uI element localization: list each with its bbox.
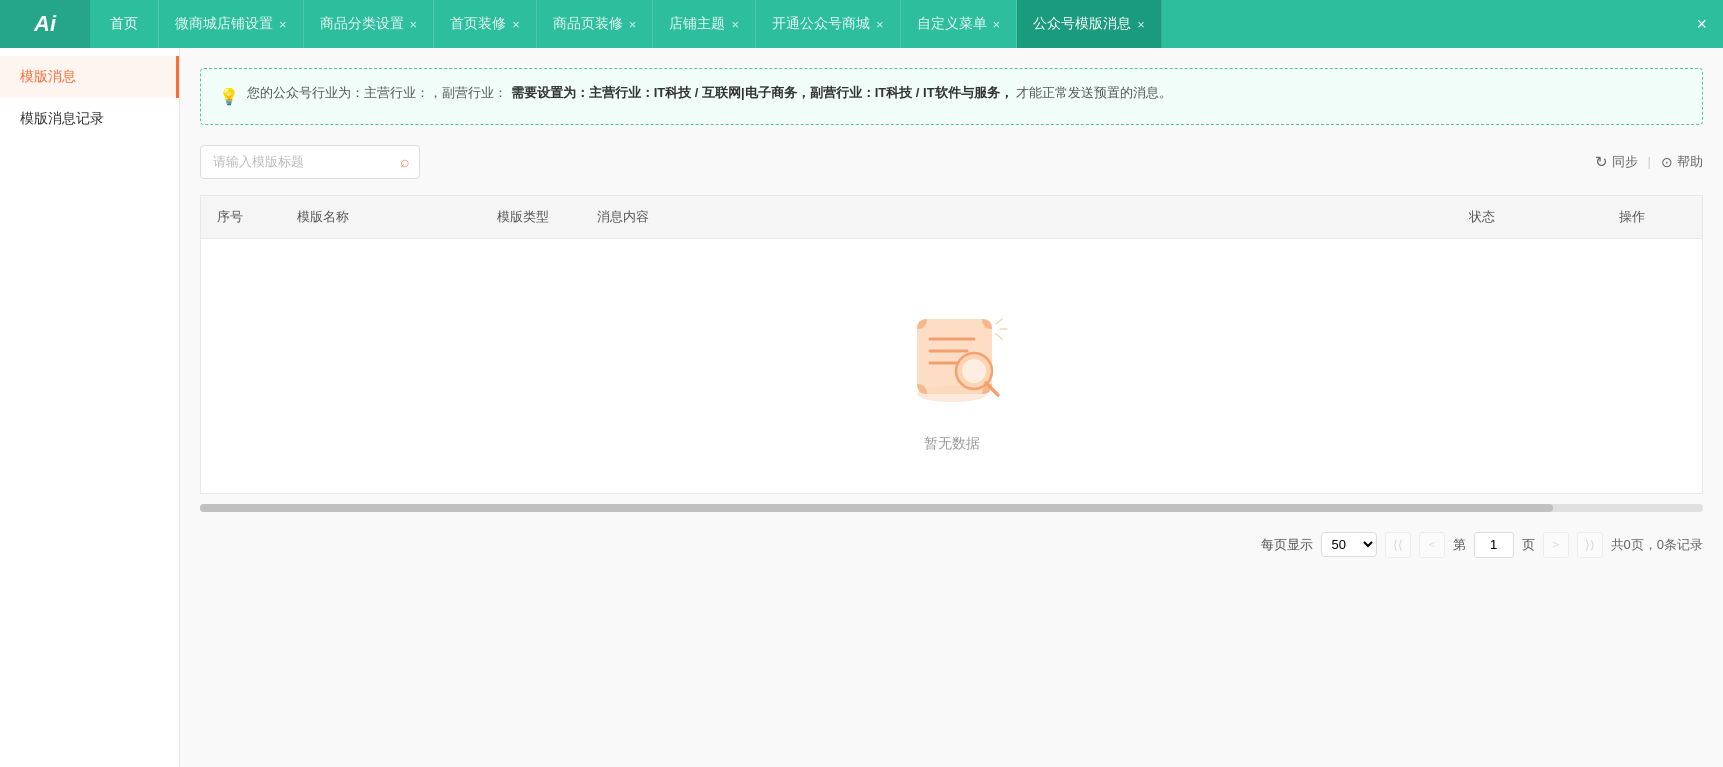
main-layout: 模版消息模版消息记录 💡 您的公众号行业为：主营行业：，副营行业： 需要设置为：… (0, 48, 1723, 767)
horizontal-scrollbar[interactable] (200, 504, 1703, 512)
nav-tab-tab-gzhs[interactable]: 开通公众号商城× (756, 0, 901, 48)
svg-line-9 (996, 334, 1002, 339)
search-actions: ↻ 同步 | ⊙ 帮助 (1595, 153, 1703, 171)
help-button[interactable]: ⊙ 帮助 (1661, 153, 1703, 171)
nav-tab-tab-wcs[interactable]: 微商城店铺设置× (159, 0, 304, 48)
close-tab-tab-pfl[interactable]: × (410, 18, 418, 31)
global-close-button[interactable]: × (1696, 14, 1707, 35)
empty-text: 暂无数据 (924, 435, 980, 453)
page-size-select[interactable]: 50 20 100 (1321, 532, 1377, 557)
col-header-no: 序号 (201, 195, 281, 238)
page-prefix-label: 第 (1453, 536, 1466, 554)
nav-tab-tab-gzhmbxx[interactable]: 公众号模版消息× (1017, 0, 1162, 48)
nav-tabs-container: 微商城店铺设置×商品分类设置×首页装修×商品页装修×店铺主题×开通公众号商城×自… (159, 0, 1162, 48)
close-tab-tab-zdycd[interactable]: × (993, 18, 1001, 31)
scrollbar-thumb[interactable] (200, 504, 1553, 512)
nav-tab-tab-dpt[interactable]: 店铺主题× (653, 0, 756, 48)
pagination: 每页显示 50 20 100 ⟨⟨ ＜ 第 页 ＞ ⟩⟩ 共0页，0条记录 (200, 522, 1703, 568)
close-tab-tab-gzhs[interactable]: × (876, 18, 884, 31)
close-tab-tab-dpt[interactable]: × (731, 18, 739, 31)
sidebar: 模版消息模版消息记录 (0, 48, 180, 767)
page-next-button[interactable]: ＞ (1543, 532, 1569, 558)
notice-box: 💡 您的公众号行业为：主营行业：，副营行业： 需要设置为：主营行业：IT科技 /… (200, 68, 1703, 125)
notice-text: 您的公众号行业为：主营行业：，副营行业： 需要设置为：主营行业：IT科技 / 互… (247, 83, 1172, 104)
page-size-label: 每页显示 (1261, 536, 1313, 554)
nav-tab-tab-szx[interactable]: 首页装修× (434, 0, 537, 48)
col-header-content: 消息内容 (581, 195, 1453, 238)
sidebar-items: 模版消息模版消息记录 (0, 56, 179, 140)
page-suffix-label: 页 (1522, 536, 1535, 554)
search-input-wrap: ⌕ (200, 145, 420, 179)
home-tab[interactable]: 首页 (90, 0, 159, 48)
col-header-type: 模版类型 (481, 195, 581, 238)
empty-illustration (892, 299, 1012, 419)
col-header-action: 操作 (1603, 195, 1703, 238)
search-icon[interactable]: ⌕ (400, 153, 410, 171)
empty-state: 暂无数据 (201, 239, 1702, 493)
svg-line-7 (996, 319, 1002, 324)
sidebar-item-mbxxjl[interactable]: 模版消息记录 (0, 98, 179, 140)
sync-button[interactable]: ↻ 同步 (1595, 153, 1638, 171)
nav-tabs: 首页 微商城店铺设置×商品分类设置×首页装修×商品页装修×店铺主题×开通公众号商… (90, 0, 1696, 48)
content-area: 💡 您的公众号行业为：主营行业：，副营行业： 需要设置为：主营行业：IT科技 /… (180, 48, 1723, 767)
notice-icon: 💡 (219, 84, 239, 110)
divider: | (1648, 154, 1651, 169)
table-header: 序号 模版名称 模版类型 消息内容 状态 操作 (201, 195, 1703, 238)
sync-icon: ↻ (1595, 153, 1608, 171)
col-header-status: 状态 (1453, 195, 1603, 238)
close-tab-tab-szx[interactable]: × (512, 18, 520, 31)
nav-tab-tab-spzx[interactable]: 商品页装修× (537, 0, 654, 48)
close-tab-tab-wcs[interactable]: × (279, 18, 287, 31)
table-scroll-container: 序号 模版名称 模版类型 消息内容 状态 操作 (200, 195, 1703, 494)
nav-tab-tab-zdycd[interactable]: 自定义菜单× (901, 0, 1018, 48)
search-bar: ⌕ ↻ 同步 | ⊙ 帮助 (200, 145, 1703, 179)
close-tab-tab-spzx[interactable]: × (629, 18, 637, 31)
sidebar-item-mbxx[interactable]: 模版消息 (0, 56, 179, 98)
svg-point-5 (962, 359, 986, 383)
total-label: 共0页，0条记录 (1611, 536, 1703, 554)
page-prev-button[interactable]: ＜ (1419, 532, 1445, 558)
data-table: 序号 模版名称 模版类型 消息内容 状态 操作 (200, 195, 1703, 494)
page-first-button[interactable]: ⟨⟨ (1385, 532, 1411, 558)
close-tab-tab-gzhmbxx[interactable]: × (1137, 18, 1145, 31)
nav-tab-tab-pfl[interactable]: 商品分类设置× (304, 0, 435, 48)
page-last-button[interactable]: ⟩⟩ (1577, 532, 1603, 558)
help-icon: ⊙ (1661, 154, 1673, 170)
logo: Ai (0, 0, 90, 48)
col-header-name: 模版名称 (281, 195, 481, 238)
top-nav-bar: Ai 首页 微商城店铺设置×商品分类设置×首页装修×商品页装修×店铺主题×开通公… (0, 0, 1723, 48)
search-input[interactable] (200, 145, 420, 179)
table-body: 暂无数据 (201, 238, 1703, 493)
page-number-input[interactable] (1474, 532, 1514, 558)
